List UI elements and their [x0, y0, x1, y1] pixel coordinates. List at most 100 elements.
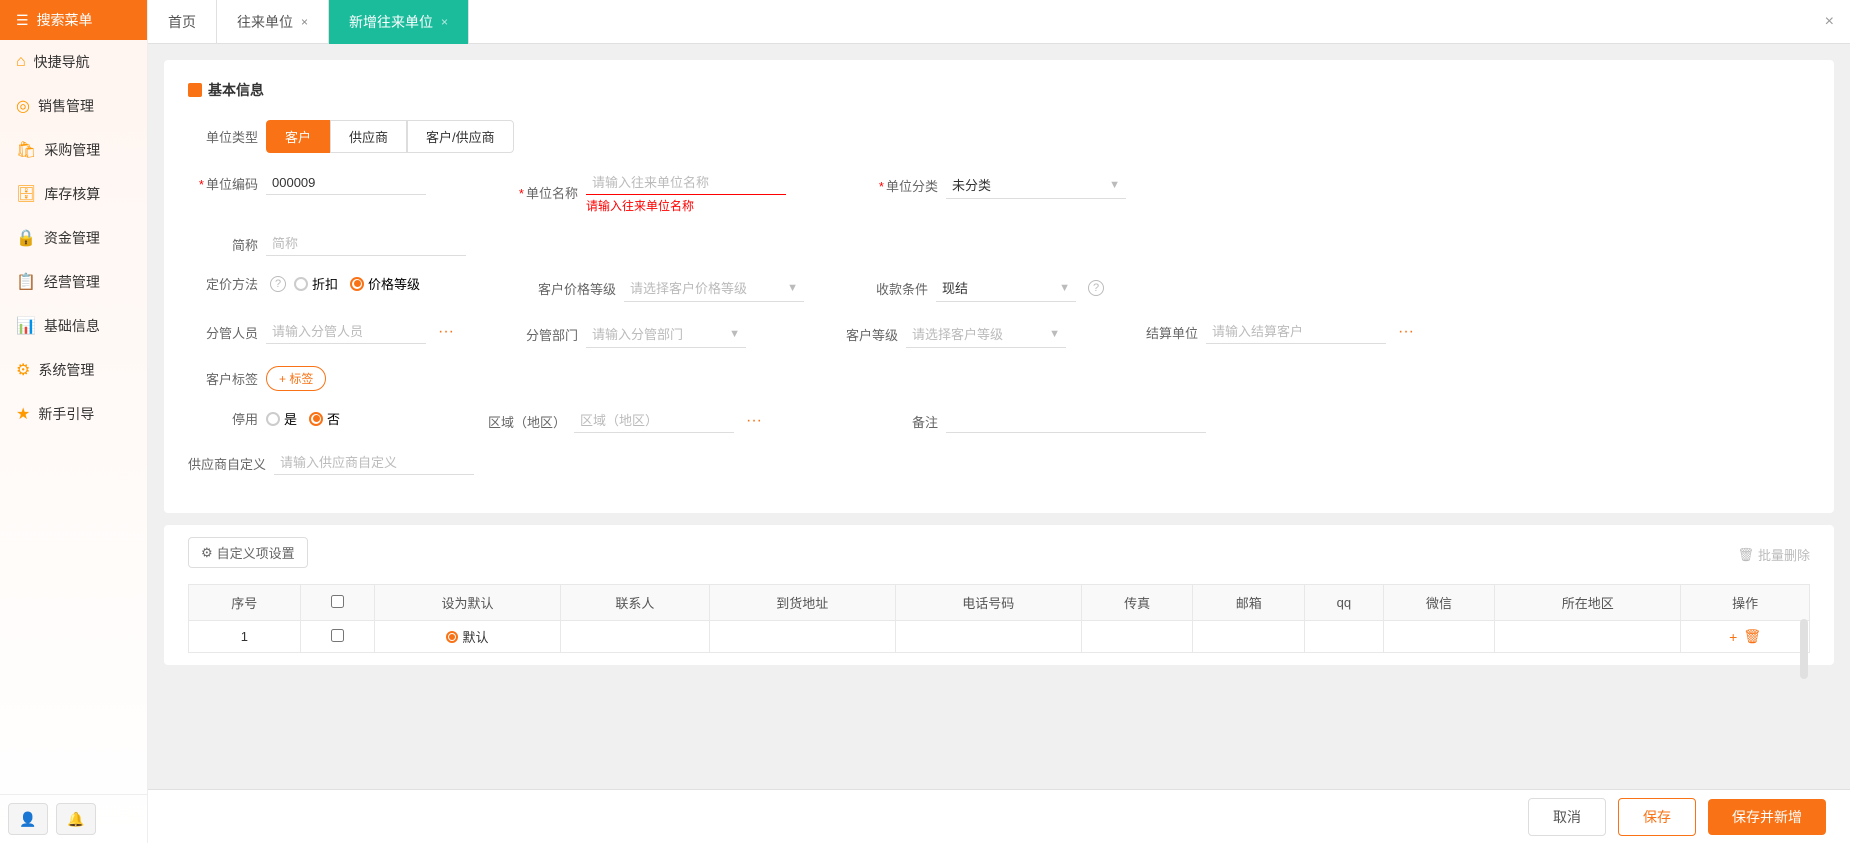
sidebar-item-label: 经营管理 — [44, 272, 100, 292]
unit-btn-supplier[interactable]: 供应商 — [330, 120, 407, 153]
pricing-radio-price-level[interactable]: 价格等级 — [350, 274, 420, 293]
tab-counterparty[interactable]: 往来单位 × — [217, 0, 329, 44]
sidebar-item-guide[interactable]: ★ 新手引导 — [0, 392, 147, 436]
cell-actions: + 🗑 — [1681, 621, 1810, 653]
cancel-button[interactable]: 取消 — [1528, 798, 1606, 836]
remarks-input[interactable] — [946, 409, 1206, 433]
cell-address[interactable] — [709, 621, 895, 653]
short-name-input[interactable] — [266, 232, 466, 256]
tab-home[interactable]: 首页 — [148, 0, 217, 44]
customer-level-select[interactable]: 请选择客户等级 ▼ — [906, 320, 1066, 348]
home-icon: ⌂ — [16, 53, 26, 71]
sidebar-item-operations[interactable]: 📋 经营管理 — [0, 260, 147, 304]
disabled-radio-yes[interactable]: 是 — [266, 409, 297, 428]
search-menu-button[interactable]: ☰ 搜索菜单 — [0, 0, 147, 40]
cell-email[interactable] — [1193, 621, 1305, 653]
short-name-label: 简称 — [188, 235, 258, 254]
sidebar-item-system[interactable]: ⚙ 系统管理 — [0, 348, 147, 392]
cell-phone[interactable] — [895, 621, 1081, 653]
unit-code-input[interactable] — [266, 171, 426, 195]
settlement-input[interactable] — [1206, 320, 1386, 344]
batch-delete-label[interactable]: 批量删除 — [1758, 545, 1810, 564]
col-address: 到货地址 — [709, 585, 895, 621]
cell-checkbox[interactable] — [300, 621, 374, 653]
customer-level-group: 客户等级 请选择客户等级 ▼ — [828, 320, 1128, 348]
col-email: 邮箱 — [1193, 585, 1305, 621]
tags-group: 客户标签 + 标签 — [188, 366, 1810, 391]
save-and-new-button[interactable]: 保存并新增 — [1708, 799, 1826, 835]
radio-circle-no — [309, 412, 323, 426]
disabled-yes-label: 是 — [284, 409, 297, 428]
sidebar-item-finance[interactable]: 🔒 资金管理 — [0, 216, 147, 260]
payment-terms-value: 现结 — [942, 278, 1055, 297]
close-counterparty-tab[interactable]: × — [301, 15, 308, 29]
manager-more-button[interactable]: ··· — [438, 323, 454, 341]
payment-terms-help-icon[interactable]: ? — [1088, 280, 1104, 296]
disabled-radio-group: 是 否 — [266, 409, 340, 428]
department-placeholder: 请输入分管部门 — [592, 324, 725, 343]
sidebar-item-sales[interactable]: ◎ 销售管理 — [0, 84, 147, 128]
circle-icon: ◎ — [16, 96, 30, 116]
settlement-more-button[interactable]: ··· — [1398, 323, 1414, 341]
sidebar-item-quick-nav[interactable]: ⌂ 快捷导航 — [0, 40, 147, 84]
sidebar-item-basic-info[interactable]: 📊 基础信息 — [0, 304, 147, 348]
unit-category-select[interactable]: 未分类 ▼ — [946, 171, 1126, 199]
row-checkbox[interactable] — [331, 629, 344, 642]
unit-name-input[interactable] — [586, 171, 786, 195]
section-title: 基本信息 — [188, 80, 1810, 100]
cell-qq[interactable] — [1305, 621, 1384, 653]
customer-price-select[interactable]: 请选择客户价格等级 ▼ — [624, 274, 804, 302]
cell-contact[interactable] — [561, 621, 710, 653]
notification-button[interactable]: 🔔 — [56, 803, 96, 835]
department-select[interactable]: 请输入分管部门 ▼ — [586, 320, 746, 348]
unit-btn-both[interactable]: 客户/供应商 — [407, 120, 514, 153]
unit-name-label: *单位名称 — [508, 183, 578, 202]
pricing-help-icon[interactable]: ? — [270, 276, 286, 292]
sidebar-item-purchase[interactable]: 🛍 采购管理 — [0, 128, 147, 172]
unit-name-error: 请输入往来单位名称 — [586, 197, 786, 214]
tab-counterparty-label: 往来单位 — [237, 12, 293, 32]
payment-terms-select[interactable]: 现结 ▼ — [936, 274, 1076, 302]
tab-new-counterparty[interactable]: 新增往来单位 × — [329, 0, 469, 44]
col-default: 设为默认 — [375, 585, 561, 621]
save-button[interactable]: 保存 — [1618, 798, 1696, 836]
unit-btn-customer[interactable]: 客户 — [266, 120, 330, 153]
user-button[interactable]: 👤 — [8, 803, 48, 835]
tab-new-counterparty-label: 新增往来单位 — [349, 12, 433, 32]
col-checkbox[interactable] — [300, 585, 374, 621]
region-more-button[interactable]: ··· — [746, 412, 762, 430]
add-row-button[interactable]: + — [1729, 629, 1737, 645]
close-all-tabs-button[interactable]: × — [1825, 13, 1834, 31]
radio-circle-discount — [294, 277, 308, 291]
cell-wechat[interactable] — [1383, 621, 1495, 653]
cell-default[interactable]: 默认 — [375, 621, 561, 653]
manager-input[interactable] — [266, 320, 426, 344]
search-icon: ☰ — [16, 12, 29, 29]
pricing-group: 定价方法 ? 折扣 价格等级 — [188, 274, 538, 293]
default-radio[interactable] — [446, 631, 458, 643]
pricing-discount-label: 折扣 — [312, 274, 338, 293]
batch-delete-area: 🗑 批量删除 — [1737, 545, 1810, 564]
close-new-counterparty-tab[interactable]: × — [441, 15, 448, 29]
cell-region[interactable] — [1495, 621, 1681, 653]
pricing-radio-discount[interactable]: 折扣 — [294, 274, 338, 293]
select-all-checkbox[interactable] — [331, 595, 344, 608]
customize-settings-label: 自定义项设置 — [217, 543, 295, 562]
chevron-down-icon: ▼ — [787, 282, 798, 294]
footer-bar: 取消 保存 保存并新增 — [148, 789, 1850, 843]
disabled-radio-no[interactable]: 否 — [309, 409, 340, 428]
supplier-custom-input[interactable] — [274, 451, 474, 475]
customize-settings-button[interactable]: ⚙ 自定义项设置 — [188, 537, 308, 568]
chevron-down-icon: ▼ — [1059, 282, 1070, 294]
add-tag-button[interactable]: + 标签 — [266, 366, 326, 391]
tab-home-label: 首页 — [168, 12, 196, 32]
manager-label: 分管人员 — [188, 323, 258, 342]
unit-name-group: *单位名称 请输入往来单位名称 — [508, 171, 828, 214]
col-contact: 联系人 — [561, 585, 710, 621]
sidebar-item-inventory[interactable]: 🗄 库存核算 — [0, 172, 147, 216]
scrollbar[interactable] — [1800, 619, 1808, 679]
delete-row-button[interactable]: 🗑 — [1743, 628, 1761, 645]
region-input[interactable] — [574, 409, 734, 433]
sidebar-item-label: 新手引导 — [38, 404, 94, 424]
cell-fax[interactable] — [1081, 621, 1193, 653]
